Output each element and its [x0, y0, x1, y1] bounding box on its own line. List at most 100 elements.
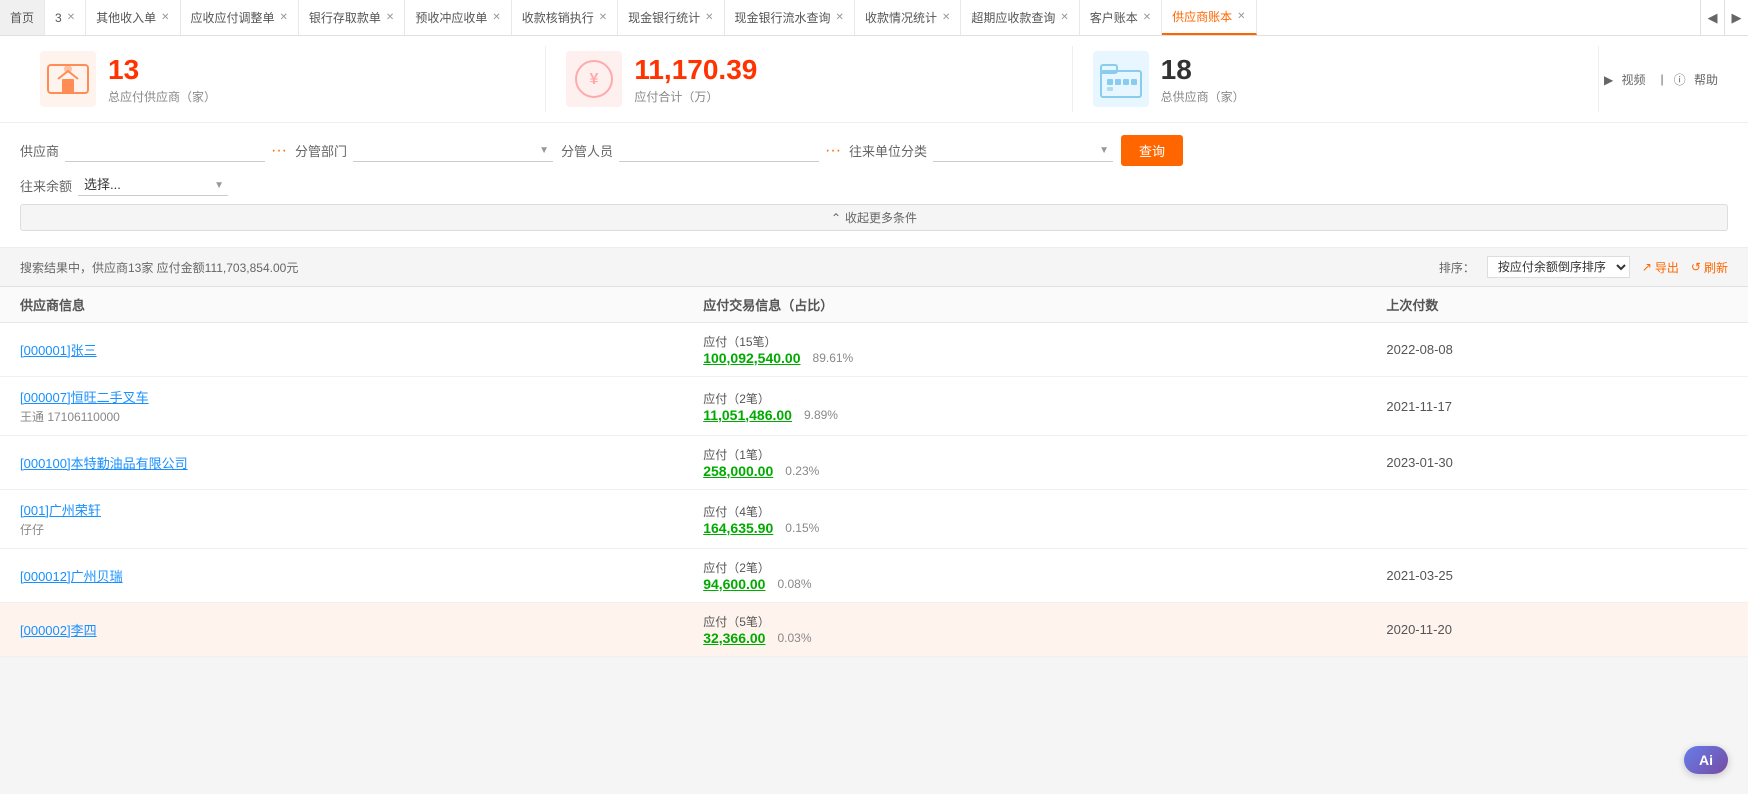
- supplier-cell: [001]广州荣轩 仔仔: [20, 500, 703, 538]
- total-label: 总供应商（家）: [1161, 88, 1245, 105]
- nav-customer-ledger-close[interactable]: ✕: [1143, 12, 1151, 23]
- table-header: 供应商信息 应付交易信息（占比） 上次付数: [0, 287, 1748, 323]
- nav-bank-deposit[interactable]: 银行存取款单 ✕: [299, 0, 405, 35]
- export-button[interactable]: ↗ 导出: [1642, 259, 1679, 276]
- supplier-cell: [000100]本特勤油品有限公司: [20, 453, 703, 472]
- tx-row: 32,366.00 0.03%: [703, 630, 1386, 646]
- tx-amount[interactable]: 258,000.00: [703, 463, 773, 479]
- table-row: [000012]广州贝瑞 应付（2笔） 94,600.00 0.08% 2021…: [0, 549, 1748, 603]
- nav-ar-ap-adjust[interactable]: 应收应付调整单 ✕: [181, 0, 299, 35]
- filter-dept: 分管部门 ▼: [295, 140, 553, 162]
- nav-prepay-ar-close[interactable]: ✕: [492, 12, 500, 23]
- tx-row: 164,635.90 0.15%: [703, 520, 1386, 536]
- nav-arrow-left[interactable]: ◀: [1700, 0, 1724, 36]
- supplier-link[interactable]: [000002]李四: [20, 620, 703, 639]
- tx-cell: 应付（4笔） 164,635.90 0.15%: [703, 503, 1386, 536]
- nav-prepay-ar[interactable]: 预收冲应收单 ✕: [405, 0, 511, 35]
- collapse-button[interactable]: ⌃ 收起更多条件: [20, 204, 1728, 231]
- supplier-ellipsis-icon[interactable]: ···: [271, 142, 287, 160]
- nav-cash-flow[interactable]: 现金银行流水查询 ✕: [725, 0, 855, 35]
- supplier-link[interactable]: [000007]恒旺二手叉车: [20, 387, 703, 406]
- help-link[interactable]: ⓘ 帮助: [1674, 71, 1723, 88]
- nav-tab3-close[interactable]: ✕: [67, 12, 75, 23]
- nav-prepay-ar-label: 预收冲应收单: [415, 9, 487, 26]
- nav-cash-flow-close[interactable]: ✕: [836, 12, 844, 23]
- supplier-link[interactable]: [000012]广州贝瑞: [20, 566, 703, 585]
- total-icon: [1093, 51, 1149, 107]
- tx-cell: 应付（5笔） 32,366.00 0.03%: [703, 613, 1386, 646]
- nav-tab3[interactable]: 3 ✕: [45, 0, 86, 35]
- supplier-filter-input[interactable]: [65, 140, 265, 162]
- help-links: ▶ 视频 | ⓘ 帮助: [1599, 71, 1728, 88]
- col-tx-info: 应付交易信息（占比）: [703, 295, 1386, 314]
- svg-text:¥: ¥: [590, 71, 599, 88]
- balance-select[interactable]: 选择...: [78, 174, 228, 196]
- nav-other-income-label: 其他收入单: [96, 9, 156, 26]
- nav-arrow-right[interactable]: ▶: [1724, 0, 1748, 36]
- dept-select[interactable]: [353, 140, 553, 162]
- nav-customer-ledger[interactable]: 客户账本 ✕: [1080, 0, 1162, 35]
- tx-cell: 应付（15笔） 100,092,540.00 89.61%: [703, 333, 1386, 366]
- nav-supplier-ledger[interactable]: 供应商账本 ✕: [1162, 0, 1256, 35]
- person-ellipsis-icon[interactable]: ···: [825, 142, 841, 160]
- tx-amount[interactable]: 100,092,540.00: [703, 350, 800, 366]
- supplier-link[interactable]: [000001]张三: [20, 340, 703, 359]
- nav-overdue-ar-label: 超期应收款查询: [971, 9, 1055, 26]
- table-row: [000002]李四 应付（5笔） 32,366.00 0.03% 2020-1…: [0, 603, 1748, 657]
- sort-select[interactable]: 按应付余额倒序排序: [1487, 256, 1630, 278]
- col-last-date: 上次付数: [1386, 295, 1728, 314]
- search-button[interactable]: 查询: [1121, 135, 1183, 166]
- nav-overdue-ar[interactable]: 超期应收款查询 ✕: [961, 0, 1079, 35]
- category-select-wrap: ▼: [933, 140, 1113, 162]
- nav-cash-bank-stat-label: 现金银行统计: [628, 9, 700, 26]
- refresh-icon: ↺: [1691, 260, 1701, 274]
- balance-filter-label: 往来余额: [20, 176, 72, 195]
- tx-percent: 0.08%: [777, 577, 811, 591]
- nav-receipt-verify-close[interactable]: ✕: [599, 12, 607, 23]
- filter-person: 分管人员 ···: [561, 140, 841, 162]
- supplier-link[interactable]: [001]广州荣轩: [20, 500, 703, 519]
- video-link[interactable]: ▶ 视频: [1604, 71, 1651, 88]
- tx-label: 应付（15笔）: [703, 333, 1386, 350]
- tx-amount[interactable]: 164,635.90: [703, 520, 773, 536]
- collapse-label: 收起更多条件: [845, 209, 917, 226]
- table-row: [000001]张三 应付（15笔） 100,092,540.00 89.61%…: [0, 323, 1748, 377]
- ai-badge[interactable]: Ai: [1684, 746, 1728, 774]
- nav-bank-deposit-close[interactable]: ✕: [386, 12, 394, 23]
- filter-balance: 往来余额 选择... ▼: [20, 174, 228, 196]
- tx-percent: 89.61%: [813, 351, 854, 365]
- summary-bar: 13 总应付供应商（家） ¥ 11,170.39 应付合计（万）: [0, 36, 1748, 123]
- dept-filter-label: 分管部门: [295, 141, 347, 160]
- top-navigation: 首页 3 ✕ 其他收入单 ✕ 应收应付调整单 ✕ 银行存取款单 ✕ 预收冲应收单…: [0, 0, 1748, 36]
- table-row: [001]广州荣轩 仔仔 应付（4笔） 164,635.90 0.15%: [0, 490, 1748, 549]
- tx-row: 11,051,486.00 9.89%: [703, 407, 1386, 423]
- nav-other-income-close[interactable]: ✕: [161, 12, 169, 23]
- filter-area: 供应商 ··· 分管部门 ▼ 分管人员 ··· 往来单位分类: [0, 123, 1748, 248]
- suppliers-icon: [40, 51, 96, 107]
- nav-home[interactable]: 首页: [0, 0, 45, 35]
- nav-receipt-stat[interactable]: 收款情况统计 ✕: [855, 0, 961, 35]
- filter-supplier: 供应商 ···: [20, 140, 287, 162]
- nav-other-income[interactable]: 其他收入单 ✕: [86, 0, 180, 35]
- tx-label: 应付（2笔）: [703, 390, 1386, 407]
- tx-label: 应付（1笔）: [703, 446, 1386, 463]
- nav-receipt-stat-close[interactable]: ✕: [942, 12, 950, 23]
- nav-overdue-ar-close[interactable]: ✕: [1060, 12, 1068, 23]
- refresh-button[interactable]: ↺ 刷新: [1691, 259, 1728, 276]
- nav-receipt-verify[interactable]: 收款核销执行 ✕: [512, 0, 618, 35]
- nav-supplier-ledger-close[interactable]: ✕: [1237, 11, 1245, 22]
- tx-amount[interactable]: 94,600.00: [703, 576, 765, 592]
- nav-cash-bank-stat-close[interactable]: ✕: [705, 12, 713, 23]
- nav-cash-bank-stat[interactable]: 现金银行统计 ✕: [618, 0, 724, 35]
- amount-value: 11,170.39: [634, 54, 757, 86]
- summary-text-amount: 11,170.39 应付合计（万）: [634, 54, 757, 105]
- tx-amount[interactable]: 32,366.00: [703, 630, 765, 646]
- nav-ar-ap-close[interactable]: ✕: [280, 12, 288, 23]
- person-filter-input[interactable]: [619, 140, 819, 162]
- category-select[interactable]: [933, 140, 1113, 162]
- supplier-link[interactable]: [000100]本特勤油品有限公司: [20, 453, 703, 472]
- nav-supplier-ledger-label: 供应商账本: [1172, 8, 1232, 25]
- summary-text-total: 18 总供应商（家）: [1161, 54, 1245, 105]
- tx-amount[interactable]: 11,051,486.00: [703, 407, 792, 423]
- tx-label: 应付（4笔）: [703, 503, 1386, 520]
